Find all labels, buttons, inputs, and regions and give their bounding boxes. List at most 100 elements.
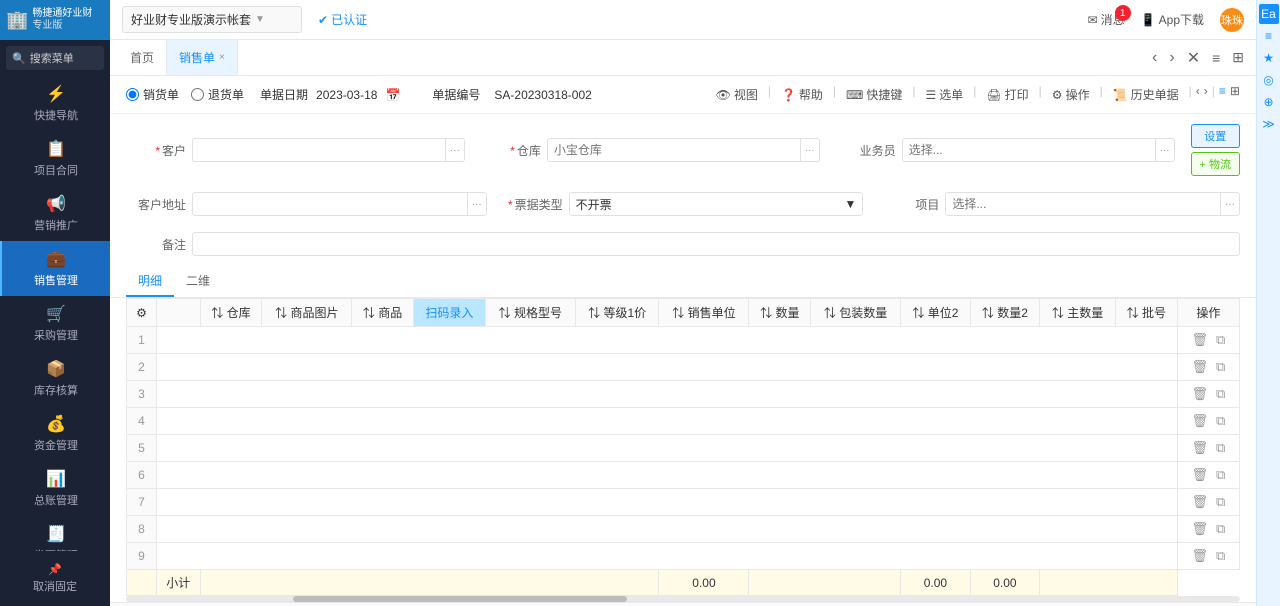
radio-sales-order[interactable]: 销货单 (126, 86, 179, 103)
right-panel-btn-add[interactable]: ⊕ (1259, 92, 1279, 112)
customer-input[interactable]: ··· (192, 138, 465, 162)
col-barcode-header[interactable]: 扫码录入 (413, 299, 485, 327)
tab-prev-button[interactable]: ‹ (1148, 47, 1161, 69)
list-view-icon[interactable]: ≡ (1219, 84, 1226, 105)
toolbar-select-btn[interactable]: ☰ 选单 (920, 84, 970, 105)
right-panel-btn-ea[interactable]: Ea (1259, 4, 1279, 24)
row-copy-btn[interactable]: ⧉ (1213, 547, 1228, 565)
salesperson-text-input[interactable] (903, 140, 1155, 160)
right-panel-btn-star[interactable]: ★ (1259, 48, 1279, 68)
right-panel-btn-target[interactable]: ◎ (1259, 70, 1279, 90)
row-5-data[interactable] (157, 435, 1178, 462)
calendar-icon[interactable]: 📅 (385, 88, 400, 102)
col-pack-qty-header[interactable]: ⇅ 包装数量 (811, 299, 901, 327)
sidebar-item-general-ledger[interactable]: 📊 总账管理 (0, 461, 110, 516)
salesperson-search-icon[interactable]: ··· (1155, 139, 1174, 161)
row-delete-btn[interactable]: 🗑 (1188, 466, 1211, 484)
row-4-data[interactable] (157, 408, 1178, 435)
col-spec-header[interactable]: ⇅ 规格型号 (485, 299, 575, 327)
row-delete-btn[interactable]: 🗑 (1188, 547, 1211, 565)
row-copy-btn[interactable]: ⧉ (1213, 412, 1228, 430)
row-3-data[interactable] (157, 381, 1178, 408)
nav-next-icon[interactable]: › (1204, 84, 1208, 105)
settings-button[interactable]: 设置 (1191, 124, 1240, 148)
warehouse-text-input[interactable] (548, 140, 800, 160)
row-copy-btn[interactable]: ⧉ (1213, 385, 1228, 403)
tab-next-button[interactable]: › (1165, 47, 1178, 69)
toolbar-print-btn[interactable]: 🖨 打印 (980, 84, 1034, 105)
row-7-data[interactable] (157, 489, 1178, 516)
project-search-icon[interactable]: ··· (1220, 193, 1239, 215)
company-selector[interactable]: 好业财专业版演示帐套 ▼ (122, 6, 302, 33)
col-qty-header[interactable]: ⇅ 数量 (749, 299, 811, 327)
remarks-input[interactable] (192, 232, 1240, 256)
customer-address-input[interactable]: ··· (192, 192, 487, 216)
row-delete-btn[interactable]: 🗑 (1188, 385, 1211, 403)
tab-2d[interactable]: 二维 (174, 266, 222, 297)
customer-text-input[interactable] (193, 140, 445, 160)
right-panel-btn-list[interactable]: ≡ (1259, 26, 1279, 46)
row-delete-btn[interactable]: 🗑 (1188, 439, 1211, 457)
row-delete-btn[interactable]: 🗑 (1188, 358, 1211, 376)
sidebar-item-funds[interactable]: 💰 资金管理 (0, 406, 110, 461)
row-delete-btn[interactable]: 🗑 (1188, 412, 1211, 430)
sidebar-item-project-contract[interactable]: 📋 项目合同 (0, 131, 110, 186)
col-product-header[interactable]: ⇅ 商品 (352, 299, 414, 327)
row-copy-btn[interactable]: ⧉ (1213, 520, 1228, 538)
row-6-data[interactable] (157, 462, 1178, 489)
toolbar-preview-btn[interactable]: 👁 视图 (710, 84, 764, 105)
grid-view-icon[interactable]: ⊞ (1230, 84, 1240, 105)
salesperson-input[interactable]: ··· (902, 138, 1175, 162)
invoice-type-select[interactable]: 不开票 ▼ (569, 192, 864, 216)
toolbar-shortcut-btn[interactable]: ⌨ 快捷键 (840, 84, 908, 105)
col-warehouse-header[interactable]: ⇅ 仓库 (200, 299, 262, 327)
sidebar-item-inventory[interactable]: 📦 库存核算 (0, 351, 110, 406)
radio-return-order[interactable]: 退货单 (191, 86, 244, 103)
nav-prev-icon[interactable]: ‹ (1196, 84, 1200, 105)
col-unit2-header[interactable]: ⇅ 单位2 (901, 299, 971, 327)
tab-home[interactable]: 首页 (118, 40, 167, 75)
address-search-icon[interactable]: ··· (467, 193, 486, 215)
col-batch-header[interactable]: ⇅ 批号 (1116, 299, 1178, 327)
row-copy-btn[interactable]: ⧉ (1213, 466, 1228, 484)
col-qty2-header[interactable]: ⇅ 数量2 (970, 299, 1040, 327)
horizontal-scrollbar[interactable] (126, 596, 1240, 602)
col-product-image-header[interactable]: ⇅ 商品图片 (262, 299, 352, 327)
sidebar-item-unpin[interactable]: 📌 取消固定 (6, 557, 104, 600)
message-button[interactable]: ✉ 消息 1 (1088, 11, 1125, 28)
row-copy-btn[interactable]: ⧉ (1213, 439, 1228, 457)
customer-search-icon[interactable]: ··· (445, 139, 464, 161)
scrollbar-thumb[interactable] (293, 596, 627, 602)
tab-close-all-button[interactable]: ✕ (1183, 46, 1204, 70)
sidebar-item-purchase[interactable]: 🛒 采购管理 (0, 296, 110, 351)
sidebar-item-quick-nav[interactable]: ⚡ 快捷导航 (0, 76, 110, 131)
row-delete-btn[interactable]: 🗑 (1188, 331, 1211, 349)
project-input[interactable]: ··· (945, 192, 1240, 216)
row-9-data[interactable] (157, 543, 1178, 570)
sidebar-item-invoice[interactable]: 🧾 发票管理 (0, 516, 110, 551)
toolbar-operate-btn[interactable]: ⚙ 操作 (1046, 84, 1096, 105)
search-menu-button[interactable]: 🔍 搜索菜单 (6, 46, 104, 70)
project-text-input[interactable] (946, 194, 1220, 214)
table-settings-col[interactable]: ⚙ (127, 299, 157, 327)
row-delete-btn[interactable]: 🗑 (1188, 493, 1211, 511)
warehouse-search-icon[interactable]: ··· (800, 139, 819, 161)
logistics-button[interactable]: + 物流 (1191, 152, 1240, 176)
row-copy-btn[interactable]: ⧉ (1213, 358, 1228, 376)
row-1-data[interactable] (157, 327, 1178, 354)
row-copy-btn[interactable]: ⧉ (1213, 331, 1228, 349)
row-8-data[interactable] (157, 516, 1178, 543)
app-download-button[interactable]: 📱 App下载 (1141, 11, 1204, 28)
right-panel-btn-expand[interactable]: ≫ (1259, 114, 1279, 134)
tab-list-button[interactable]: ≡ (1208, 48, 1224, 68)
col-price-header[interactable]: ⇅ 等级1价 (575, 299, 659, 327)
col-main-qty-header[interactable]: ⇅ 主数量 (1040, 299, 1116, 327)
row-copy-btn[interactable]: ⧉ (1213, 493, 1228, 511)
tab-sales-order[interactable]: 销售单 × (167, 40, 238, 75)
row-2-data[interactable] (157, 354, 1178, 381)
sidebar-item-sales[interactable]: 💼 销售管理 (0, 241, 110, 296)
tab-detail[interactable]: 明细 (126, 266, 174, 297)
tab-grid-button[interactable]: ⊞ (1228, 47, 1248, 68)
toolbar-history-btn[interactable]: 📜 历史单据 (1107, 84, 1185, 105)
row-delete-btn[interactable]: 🗑 (1188, 520, 1211, 538)
